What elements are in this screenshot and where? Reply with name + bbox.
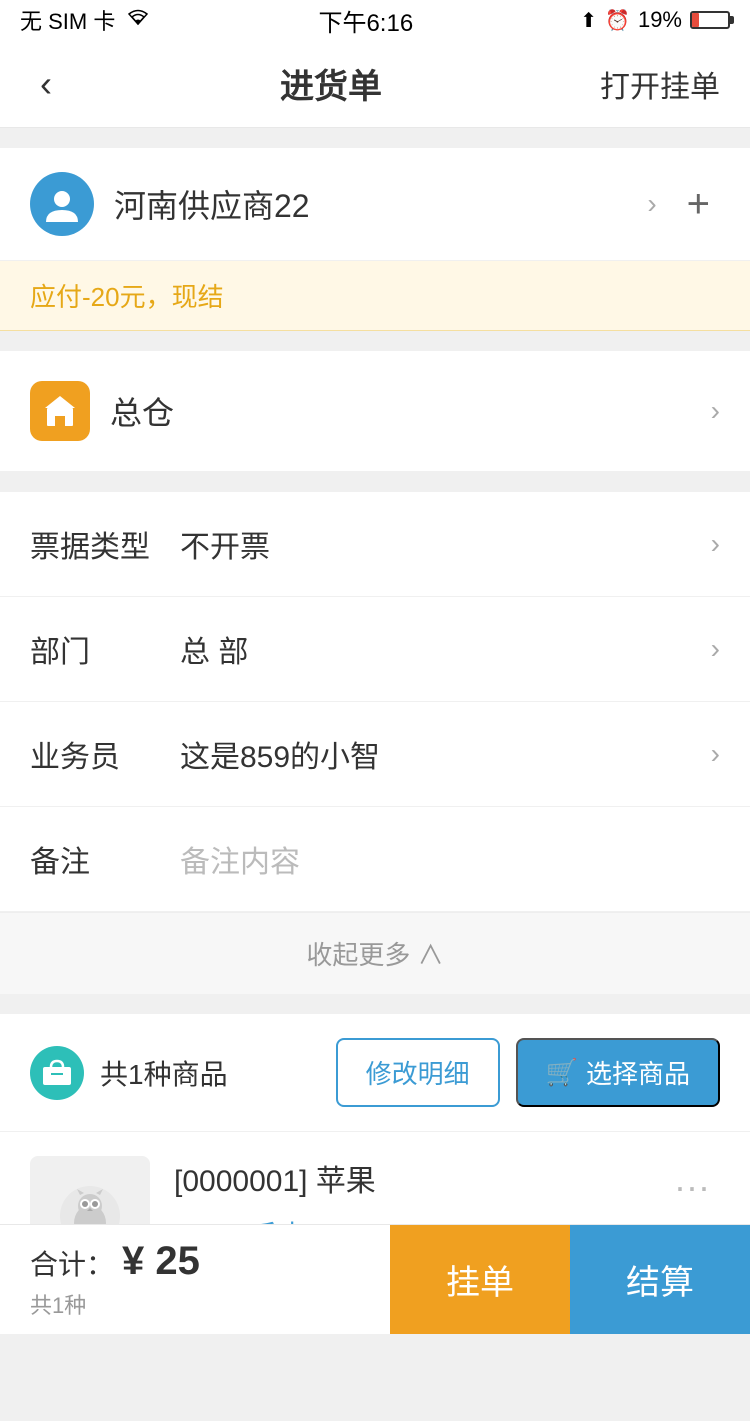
supplier-card: 河南供应商22 › + 应付-20元，现结 — [0, 148, 750, 331]
sales-chevron-icon: › — [711, 738, 720, 770]
back-button[interactable]: ‹ — [30, 53, 62, 115]
battery-percent: 19% — [638, 7, 682, 33]
page-title: 进货单 — [280, 59, 382, 108]
sales-label: 业务员 — [30, 732, 170, 776]
checkout-button[interactable]: 结算 — [570, 1225, 750, 1334]
remark-label: 备注 — [30, 837, 170, 881]
status-bar: 无 SIM 卡 下午6:16 ⬆ ⏰ 19% — [0, 0, 750, 40]
select-product-button[interactable]: 🛒 选择商品 — [516, 1038, 720, 1107]
section-divider-2 — [0, 331, 750, 351]
total-label: 合计： — [30, 1243, 114, 1283]
section-divider-3 — [0, 472, 750, 492]
invoice-chevron-icon: › — [711, 528, 720, 560]
alarm-icon: ⏰ — [605, 8, 630, 33]
invoice-type-row[interactable]: 票据类型 不开票 › — [0, 492, 750, 597]
department-row[interactable]: 部门 总 部 › — [0, 597, 750, 702]
warehouse-icon — [30, 381, 90, 441]
battery-icon — [690, 11, 730, 29]
carrier-text: 无 SIM 卡 — [20, 4, 115, 36]
warning-bar: 应付-20元，现结 — [0, 261, 750, 331]
invoice-label: 票据类型 — [30, 522, 170, 566]
form-card: 票据类型 不开票 › 部门 总 部 › 业务员 这是859的小智 › 备注 备注… — [0, 492, 750, 994]
bottom-bar: 合计： ¥ 25 共1种 挂单 结算 — [0, 1224, 750, 1334]
remark-placeholder: 备注内容 — [180, 837, 720, 881]
section-divider-4 — [0, 994, 750, 1014]
dept-chevron-icon: › — [711, 633, 720, 665]
total-amount: ¥ 25 — [122, 1239, 200, 1284]
dept-value: 总 部 — [180, 627, 711, 671]
hang-button[interactable]: 挂单 — [390, 1225, 570, 1334]
open-hang-button[interactable]: 打开挂单 — [600, 62, 720, 106]
product-name: [0000001] 苹果 — [174, 1156, 664, 1200]
location-icon: ⬆ — [580, 8, 597, 33]
status-bar-time: 下午6:16 — [318, 3, 413, 38]
status-bar-left: 无 SIM 卡 — [20, 4, 151, 36]
products-count: 共1种商品 — [100, 1053, 336, 1093]
dept-label: 部门 — [30, 627, 170, 671]
total-amount-row: 合计： ¥ 25 — [30, 1239, 360, 1284]
sales-value: 这是859的小智 — [180, 732, 711, 776]
remark-row[interactable]: 备注 备注内容 — [0, 807, 750, 912]
supplier-avatar — [30, 172, 94, 236]
select-product-icon: 🛒 — [546, 1057, 578, 1088]
supplier-name: 河南供应商22 — [114, 181, 647, 227]
nav-bar: ‹ 进货单 打开挂单 — [0, 40, 750, 128]
products-icon — [30, 1046, 84, 1100]
warehouse-name: 总仓 — [110, 388, 711, 434]
warehouse-card: 总仓 › — [0, 351, 750, 472]
supplier-row[interactable]: 河南供应商22 › + — [0, 148, 750, 261]
product-more-button[interactable]: ··· — [664, 1156, 720, 1218]
bottom-total: 合计： ¥ 25 共1种 — [0, 1225, 390, 1334]
add-icon[interactable]: + — [677, 182, 720, 227]
supplier-chevron-icon: › — [647, 188, 656, 220]
products-header: 共1种商品 修改明细 🛒 选择商品 — [0, 1014, 750, 1132]
warehouse-chevron-icon: › — [711, 395, 720, 427]
edit-detail-button[interactable]: 修改明细 — [336, 1038, 500, 1107]
wifi-icon — [125, 6, 151, 34]
section-divider-1 — [0, 128, 750, 148]
status-bar-right: ⬆ ⏰ 19% — [580, 7, 730, 33]
total-sub: 共1种 — [30, 1288, 360, 1320]
warehouse-row[interactable]: 总仓 › — [0, 351, 750, 472]
invoice-value: 不开票 — [180, 522, 711, 566]
collapse-bar[interactable]: 收起更多 ∧ — [0, 912, 750, 994]
sales-row[interactable]: 业务员 这是859的小智 › — [0, 702, 750, 807]
